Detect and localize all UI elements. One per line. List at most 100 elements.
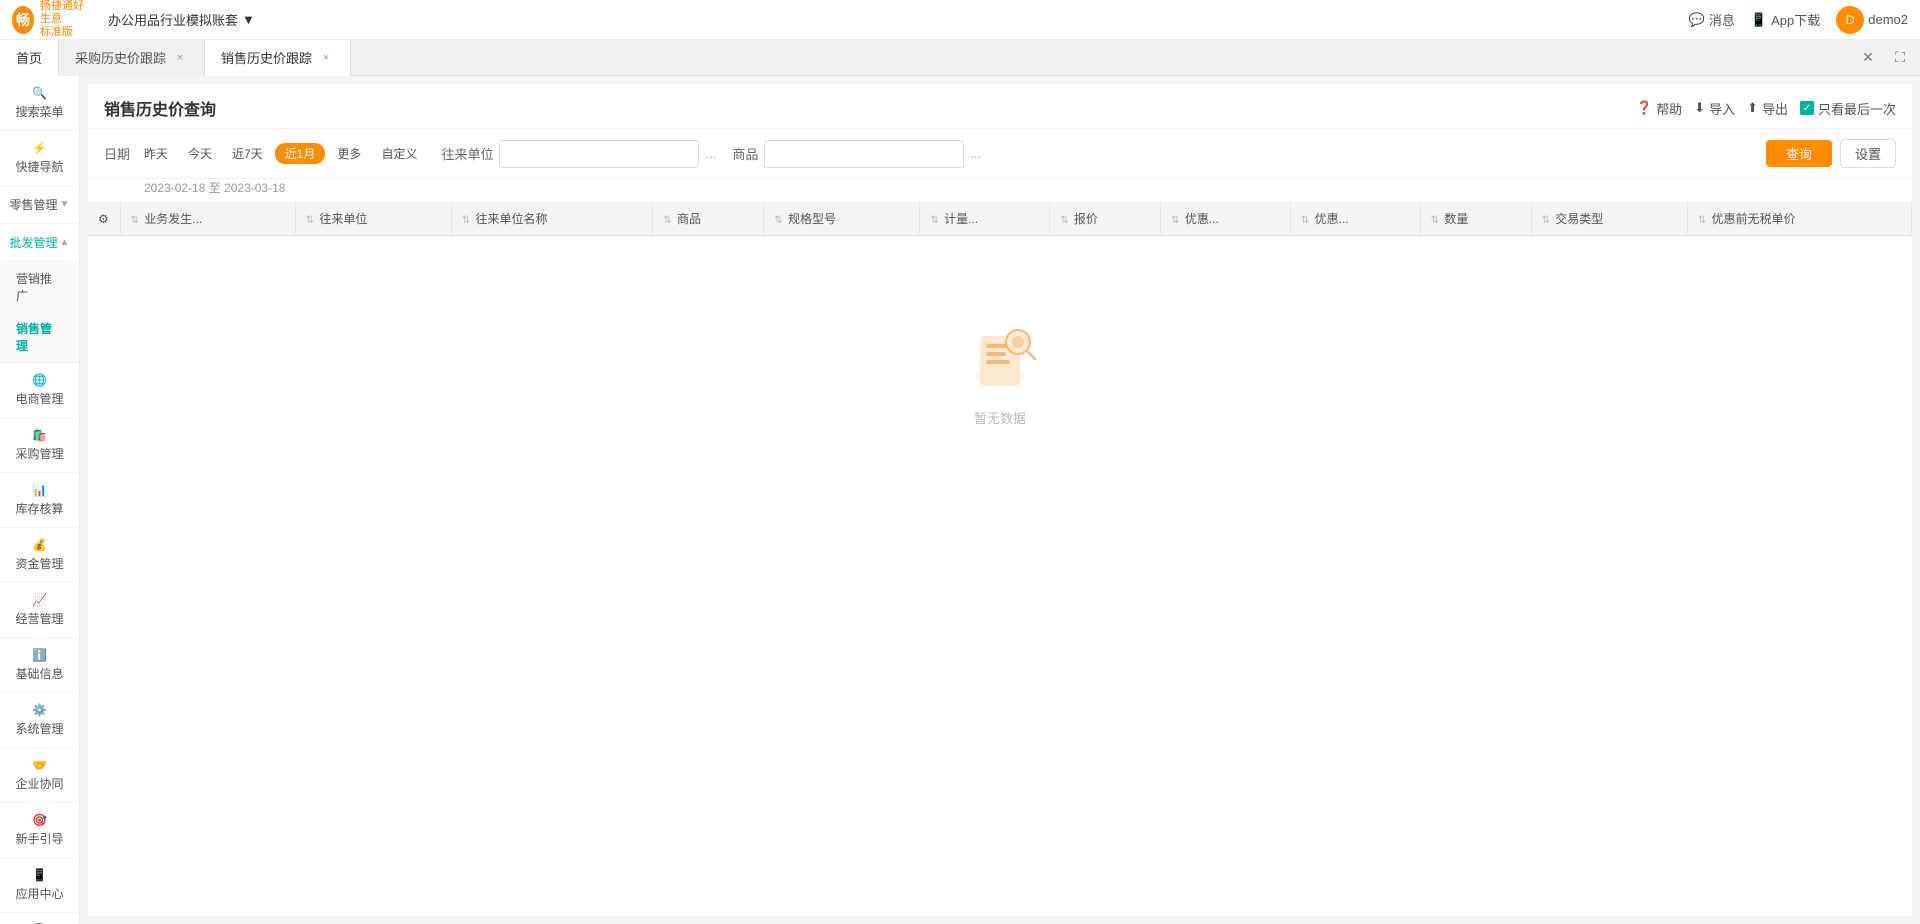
only-last-checkbox[interactable]: ✓ 只看最后一次: [1800, 99, 1896, 118]
header-left: 畅 畅捷通好生意 标准版 办公用品行业模拟账套 ▼: [12, 0, 263, 39]
query-button[interactable]: 查询: [1766, 140, 1832, 167]
page-title: 销售历史价查询: [104, 96, 216, 120]
industry-selector[interactable]: 办公用品行业模拟账套 ▼: [100, 6, 263, 33]
product-input[interactable]: [764, 140, 964, 168]
tab-purchase-history[interactable]: 采购历史价跟踪 ×: [59, 40, 205, 76]
partner-dots[interactable]: ...: [705, 146, 716, 161]
filter-bar: 日期 昨天 今天 近7天 近1月 更多 自定义 往来单位 ...: [88, 129, 1912, 179]
newbie-icon: 🎯: [32, 813, 47, 827]
tab-home[interactable]: 首页: [0, 40, 59, 76]
th-discount1[interactable]: ⇅ 优惠...: [1161, 202, 1291, 236]
chevron-down-icon: ▼: [60, 199, 70, 210]
message-button[interactable]: 💬 消息: [1689, 10, 1735, 29]
partner-input[interactable]: [499, 140, 699, 168]
sort-icon: ⇅: [131, 215, 139, 226]
partner-filter-group: 往来单位 ...: [441, 140, 716, 168]
purchase-icon: 🛍️: [32, 428, 47, 442]
finance-icon: 💰: [32, 538, 47, 552]
date-filter-label: 日期: [104, 144, 130, 163]
top-header: 畅 畅捷通好生意 标准版 办公用品行业模拟账套 ▼ 💬 消息 📱 App下载 D…: [0, 0, 1920, 40]
ecommerce-icon: 🌐: [32, 373, 47, 387]
product-filter-label: 商品: [732, 144, 758, 163]
maximize-button[interactable]: ⛶: [1888, 46, 1912, 70]
page-actions: ❓ 帮助 ⬇ 导入 ⬆ 导出 ✓ 只看最后一次: [1636, 99, 1896, 118]
date-filter-group: 日期 昨天 今天 近7天 近1月 更多 自定义: [104, 143, 425, 164]
sidebar-item-purchase[interactable]: 🛍️ 采购管理: [0, 418, 79, 473]
sidebar-item-system[interactable]: ⚙️ 系统管理: [0, 693, 79, 748]
chevron-down-icon: ▼: [242, 12, 255, 27]
sidebar-item-basic-info[interactable]: ℹ️ 基础信息: [0, 638, 79, 693]
content-area: 销售历史价查询 ❓ 帮助 ⬇ 导入 ⬆ 导出 ✓: [80, 76, 1920, 924]
tab-bar: 首页 采购历史价跟踪 × 销售历史价跟踪 × ✕ ⛶: [0, 40, 1920, 76]
tab-close-sales[interactable]: ×: [318, 50, 334, 66]
th-spec[interactable]: ⇅ 规格型号: [764, 202, 920, 236]
avatar: D: [1836, 6, 1864, 34]
export-button[interactable]: ⬆ 导出: [1747, 99, 1788, 118]
sidebar-item-operations[interactable]: 📈 经营管理: [0, 583, 79, 638]
sidebar-item-inventory[interactable]: 📊 库存核算: [0, 473, 79, 528]
chevron-up-icon: ▲: [60, 237, 70, 248]
th-trade-type[interactable]: ⇅ 交易类型: [1531, 202, 1687, 236]
th-quote[interactable]: ⇅ 报价: [1050, 202, 1161, 236]
date-btn-7days[interactable]: 近7天: [224, 143, 271, 164]
sort-icon: ⇅: [306, 215, 314, 226]
th-quantity[interactable]: ⇅ 数量: [1420, 202, 1531, 236]
operations-icon: 📈: [32, 593, 47, 607]
sidebar-item-marketing[interactable]: 营销推广: [0, 262, 79, 312]
date-btn-1month[interactable]: 近1月: [275, 143, 326, 164]
sidebar-item-enterprise[interactable]: 🤝 企业协同: [0, 748, 79, 803]
header-right: 💬 消息 📱 App下载 D demo2: [1689, 6, 1908, 34]
th-settings[interactable]: ⚙: [88, 202, 120, 236]
empty-icon: [960, 316, 1040, 396]
close-all-tabs-button[interactable]: ✕: [1856, 46, 1880, 70]
th-partner-name[interactable]: ⇅ 往来单位名称: [451, 202, 653, 236]
sort-icon: ⇅: [663, 215, 671, 226]
wholesale-submenu: 营销推广 销售管理: [0, 262, 79, 363]
table-header-row: ⚙ ⇅ 业务发生... ⇅ 往来单位 ⇅: [88, 202, 1912, 236]
export-icon: ⬆: [1747, 100, 1758, 116]
partner-filter-label: 往来单位: [441, 144, 493, 163]
sidebar-item-retail[interactable]: 零售管理 ▼: [0, 186, 79, 224]
tab-close-purchase[interactable]: ×: [172, 50, 188, 66]
app-download-button[interactable]: 📱 App下载: [1751, 10, 1820, 29]
date-btn-more[interactable]: 更多: [329, 143, 369, 164]
sidebar-item-wechat[interactable]: 💬 企业微信: [0, 913, 79, 924]
th-discount2[interactable]: ⇅ 优惠...: [1290, 202, 1420, 236]
sidebar-item-sales-mgmt[interactable]: 销售管理: [0, 312, 79, 362]
sort-icon: ⇅: [1060, 215, 1068, 226]
product-dots[interactable]: ...: [970, 146, 981, 161]
date-btn-today[interactable]: 今天: [180, 143, 220, 164]
empty-text: 暂无数据: [974, 408, 1026, 427]
filter-settings-button[interactable]: 设置: [1840, 139, 1896, 168]
system-icon: ⚙️: [32, 703, 47, 717]
date-range-text: 2023-02-18 至 2023-03-18: [144, 181, 285, 195]
table-wrapper: ⚙ ⇅ 业务发生... ⇅ 往来单位 ⇅: [88, 202, 1912, 507]
message-icon: 💬: [1689, 12, 1705, 28]
sidebar-item-app-center[interactable]: 📱 应用中心: [0, 858, 79, 913]
th-partner-code[interactable]: ⇅ 往来单位: [295, 202, 451, 236]
th-product[interactable]: ⇅ 商品: [653, 202, 764, 236]
date-btn-custom[interactable]: 自定义: [373, 143, 425, 164]
search-icon: 🔍: [32, 86, 47, 100]
logo-icon: 畅: [12, 6, 34, 34]
th-unit[interactable]: ⇅ 计量...: [920, 202, 1050, 236]
sidebar-item-finance[interactable]: 💰 资金管理: [0, 528, 79, 583]
sidebar-item-wholesale[interactable]: 批发管理 ▲: [0, 224, 79, 262]
th-pre-tax-price[interactable]: ⇅ 优惠前无税单价: [1687, 202, 1911, 236]
help-button[interactable]: ❓ 帮助: [1636, 99, 1682, 118]
tab-sales-history[interactable]: 销售历史价跟踪 ×: [205, 40, 351, 76]
inventory-icon: 📊: [32, 483, 47, 497]
data-table: ⚙ ⇅ 业务发生... ⇅ 往来单位 ⇅: [88, 202, 1912, 236]
gear-icon: ⚙: [98, 212, 109, 226]
date-buttons: 昨天 今天 近7天 近1月 更多 自定义: [136, 143, 425, 164]
product-filter-group: 商品 ...: [732, 140, 981, 168]
date-btn-yesterday[interactable]: 昨天: [136, 143, 176, 164]
sidebar-item-newbie[interactable]: 🎯 新手引导: [0, 803, 79, 858]
sidebar-item-search[interactable]: 🔍 搜索菜单: [0, 76, 79, 131]
user-menu[interactable]: D demo2: [1836, 6, 1908, 34]
th-biz-date[interactable]: ⇅ 业务发生...: [120, 202, 295, 236]
sidebar-item-ecommerce[interactable]: 🌐 电商管理: [0, 363, 79, 418]
sort-icon: ⇅: [1431, 215, 1439, 226]
import-button[interactable]: ⬇ 导入: [1694, 99, 1735, 118]
sidebar-item-quick-nav[interactable]: ⚡ 快捷导航: [0, 131, 79, 186]
